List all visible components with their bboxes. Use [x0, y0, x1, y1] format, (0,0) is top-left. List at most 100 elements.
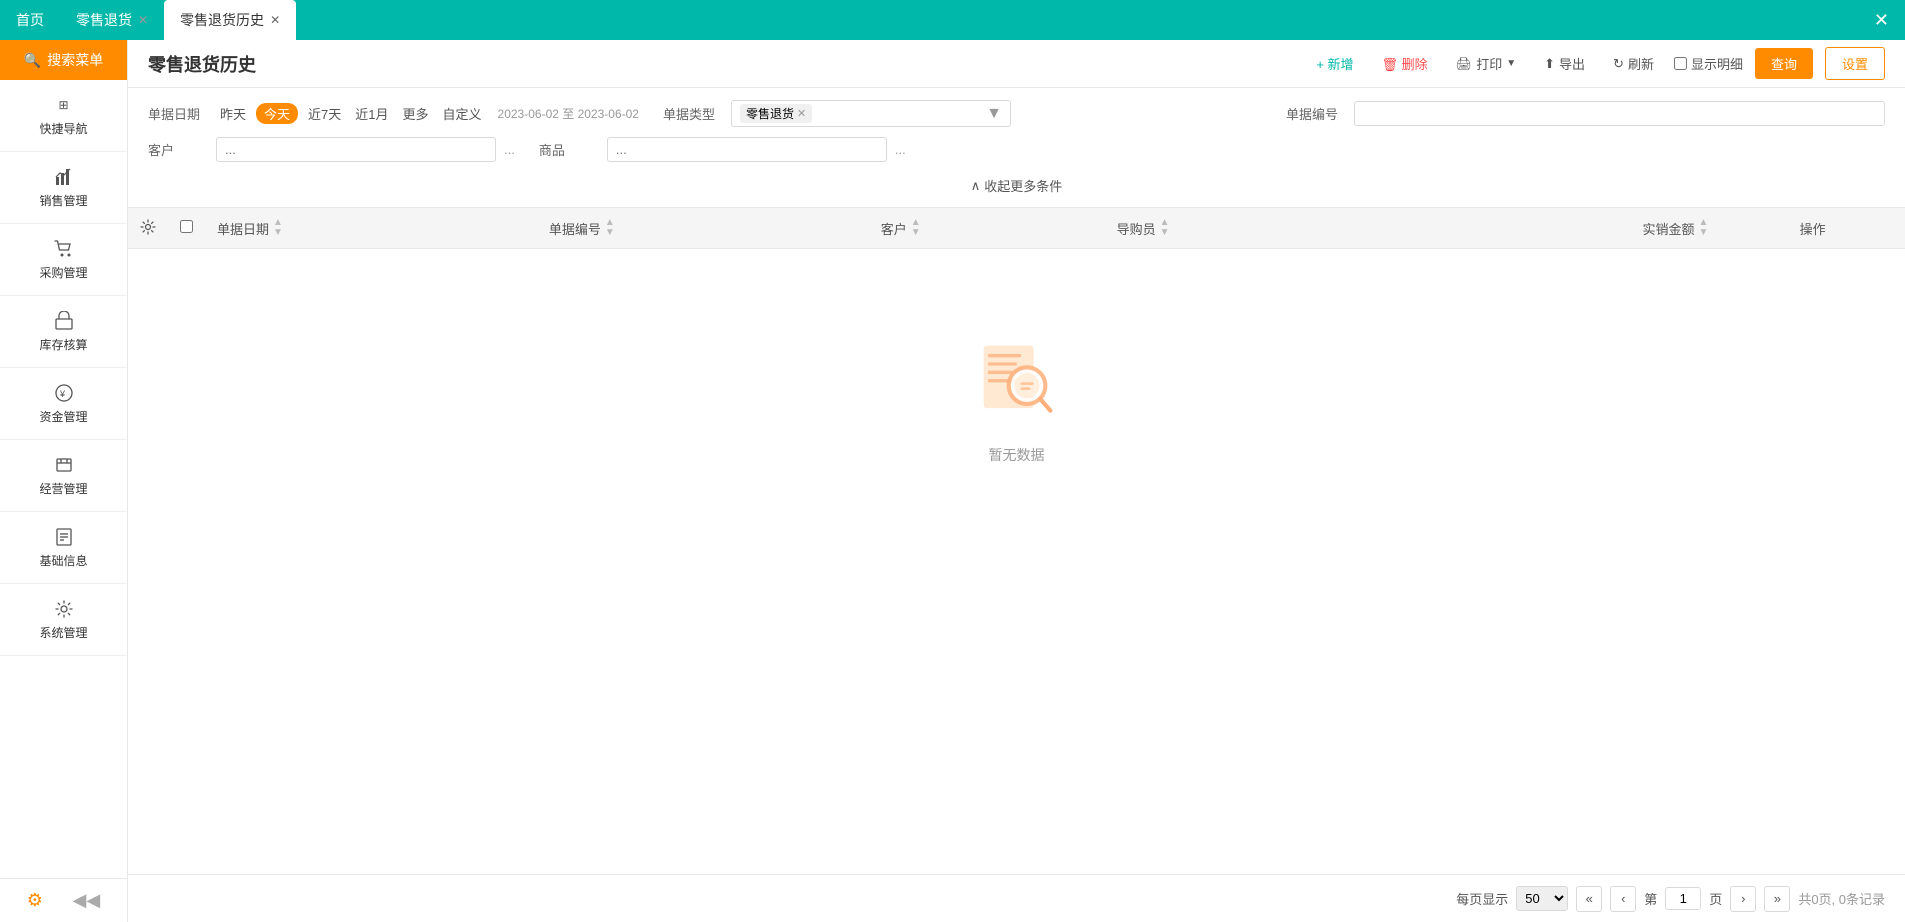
select-all-checkbox[interactable] [180, 220, 193, 233]
quick-nav-icon: ⊞ [53, 94, 75, 116]
first-page-button[interactable]: « [1576, 886, 1602, 912]
export-button[interactable]: ⬆ 导出 [1536, 50, 1593, 77]
th-setting[interactable] [128, 208, 168, 249]
pagination-bar: 每页显示 50 100 200 « ‹ 第 页 › » 共0页, 0条记录 [128, 874, 1905, 922]
tab-retail-return-close[interactable]: ✕ [138, 13, 148, 27]
customer-ellipsis[interactable]: ... [504, 142, 515, 157]
doc-no-label: 单据编号 [1286, 104, 1346, 123]
volume-icon[interactable]: ◀◀ [73, 890, 101, 911]
doc-type-label: 单据类型 [663, 104, 723, 123]
docno-sort-icon: ▲▼ [605, 218, 615, 238]
th-doc-no[interactable]: 单据编号 ▲▼ [537, 208, 869, 249]
tab-retail-return-history-close[interactable]: ✕ [270, 13, 280, 27]
th-actions: 操作 [1720, 208, 1905, 249]
collapse-row: ∧ 收起更多条件 [148, 172, 1885, 195]
export-icon: ⬆ [1544, 56, 1555, 72]
sidebar: 🔍 搜索菜单 ⊞ 快捷导航 销售管理 采购管理 [0, 40, 128, 922]
th-checkbox[interactable] [168, 208, 205, 249]
sidebar-item-operations[interactable]: 经营管理 [0, 440, 127, 512]
guide-sort-icon: ▲▼ [1160, 218, 1170, 238]
sidebar-item-inventory[interactable]: 库存核算 [0, 296, 127, 368]
inventory-icon [53, 310, 75, 332]
goods-filter: 商品 ... [539, 137, 1885, 162]
doc-type-dropdown-icon: ▼ [986, 105, 1002, 123]
date-opt-last7[interactable]: 近7天 [304, 103, 345, 124]
print-button[interactable]: 🖨 打印 ▼ [1448, 50, 1524, 77]
query-button[interactable]: 查询 [1755, 48, 1813, 79]
date-opt-yesterday[interactable]: 昨天 [216, 103, 250, 124]
new-button[interactable]: + 新增 [1308, 50, 1361, 77]
customer-label: 客户 [148, 140, 208, 159]
settings-bottom-icon[interactable]: ⚙ [27, 890, 43, 911]
date-opt-today[interactable]: 今天 [256, 103, 298, 124]
tab-retail-return[interactable]: 零售退货 ✕ [60, 0, 164, 40]
doc-no-input[interactable] [1354, 101, 1885, 126]
svg-text:¥: ¥ [59, 389, 66, 399]
sidebar-item-purchase-mgmt[interactable]: 采购管理 [0, 224, 127, 296]
delete-button[interactable]: 🗑 删除 [1374, 50, 1436, 77]
header-actions: + 新增 🗑 删除 🖨 打印 ▼ ⬆ 导出 ↻ 刷新 显示明细 [1308, 47, 1885, 80]
filter-area: 单据日期 昨天 今天 近7天 近1月 更多 自定义 2023-06-02 至 2… [128, 88, 1905, 208]
date-opt-more[interactable]: 更多 [399, 103, 433, 124]
page-label: 第 [1644, 889, 1657, 908]
date-opt-last1m[interactable]: 近1月 [351, 103, 392, 124]
collapse-button[interactable]: ∧ 收起更多条件 [971, 176, 1063, 195]
doc-no-filter: 单据编号 [1286, 101, 1885, 126]
prev-page-button[interactable]: ‹ [1610, 886, 1636, 912]
filter-row-2: 客户 ... 商品 ... [148, 137, 1885, 162]
page-title: 零售退货历史 [148, 51, 1308, 77]
customer-sort-icon: ▲▼ [911, 218, 921, 238]
customer-input[interactable] [216, 137, 496, 162]
page-unit: 页 [1709, 889, 1722, 908]
doc-type-tag: 零售退货 ✕ [740, 104, 812, 123]
goods-input[interactable] [607, 137, 887, 162]
sidebar-search[interactable]: 🔍 搜索菜单 [0, 40, 127, 80]
empty-text: 暂无数据 [989, 445, 1045, 465]
page-size-select[interactable]: 50 100 200 [1516, 886, 1568, 911]
date-opt-custom[interactable]: 自定义 [439, 103, 486, 124]
page-size-label: 每页显示 [1456, 889, 1508, 908]
main-layout: 🔍 搜索菜单 ⊞ 快捷导航 销售管理 采购管理 [0, 40, 1905, 922]
sidebar-item-basic-info[interactable]: 基础信息 [0, 512, 127, 584]
basic-info-icon [53, 526, 75, 548]
sales-icon [53, 166, 75, 188]
th-date[interactable]: 单据日期 ▲▼ [205, 208, 537, 249]
print-icon: 🖨 [1456, 56, 1473, 72]
settings-button[interactable]: 设置 [1825, 47, 1885, 80]
tab-bar: 首页 零售退货 ✕ 零售退货历史 ✕ ✕ [0, 0, 1905, 40]
date-filter: 单据日期 昨天 今天 近7天 近1月 更多 自定义 2023-06-02 至 2… [148, 103, 639, 124]
date-options: 昨天 今天 近7天 近1月 更多 自定义 [216, 103, 486, 124]
tab-home[interactable]: 首页 [0, 0, 60, 40]
th-amount[interactable]: 实销金额 ▲▼ [1389, 208, 1721, 249]
last-page-button[interactable]: » [1764, 886, 1790, 912]
doc-type-tag-close[interactable]: ✕ [797, 107, 806, 120]
sidebar-item-finance[interactable]: ¥ 资金管理 [0, 368, 127, 440]
content-area: 零售退货历史 + 新增 🗑 删除 🖨 打印 ▼ ⬆ 导出 ↻ 刷新 [128, 40, 1905, 922]
doc-type-select[interactable]: 零售退货 ✕ ▼ [731, 100, 1011, 127]
goods-ellipsis[interactable]: ... [895, 142, 906, 157]
display-detail-option: 显示明细 [1674, 54, 1743, 73]
empty-illustration [967, 329, 1067, 429]
sidebar-bottom: ⚙ ◀◀ [0, 878, 127, 922]
total-info: 共0页, 0条记录 [1798, 889, 1885, 908]
empty-state: 暂无数据 [128, 249, 1905, 545]
display-detail-checkbox[interactable] [1674, 57, 1687, 70]
page-number-input[interactable] [1665, 887, 1701, 910]
th-guide[interactable]: 导购员 ▲▼ [1105, 208, 1389, 249]
tab-bar-right: ✕ [1874, 10, 1905, 31]
next-page-button[interactable]: › [1730, 886, 1756, 912]
search-icon: 🔍 [24, 52, 41, 69]
tab-retail-return-history[interactable]: 零售退货历史 ✕ [164, 0, 296, 40]
customer-filter: 客户 ... [148, 137, 515, 162]
print-dropdown-icon: ▼ [1506, 58, 1516, 69]
close-window-icon[interactable]: ✕ [1874, 10, 1889, 31]
sidebar-item-system[interactable]: 系统管理 [0, 584, 127, 656]
goods-label: 商品 [539, 140, 599, 159]
sidebar-item-sales-mgmt[interactable]: 销售管理 [0, 152, 127, 224]
th-customer[interactable]: 客户 ▲▼ [869, 208, 1105, 249]
sidebar-item-quick-nav[interactable]: ⊞ 快捷导航 [0, 80, 127, 152]
refresh-icon: ↻ [1613, 56, 1624, 72]
system-icon [53, 598, 75, 620]
refresh-button[interactable]: ↻ 刷新 [1605, 50, 1662, 77]
amount-sort-icon: ▲▼ [1698, 218, 1708, 238]
